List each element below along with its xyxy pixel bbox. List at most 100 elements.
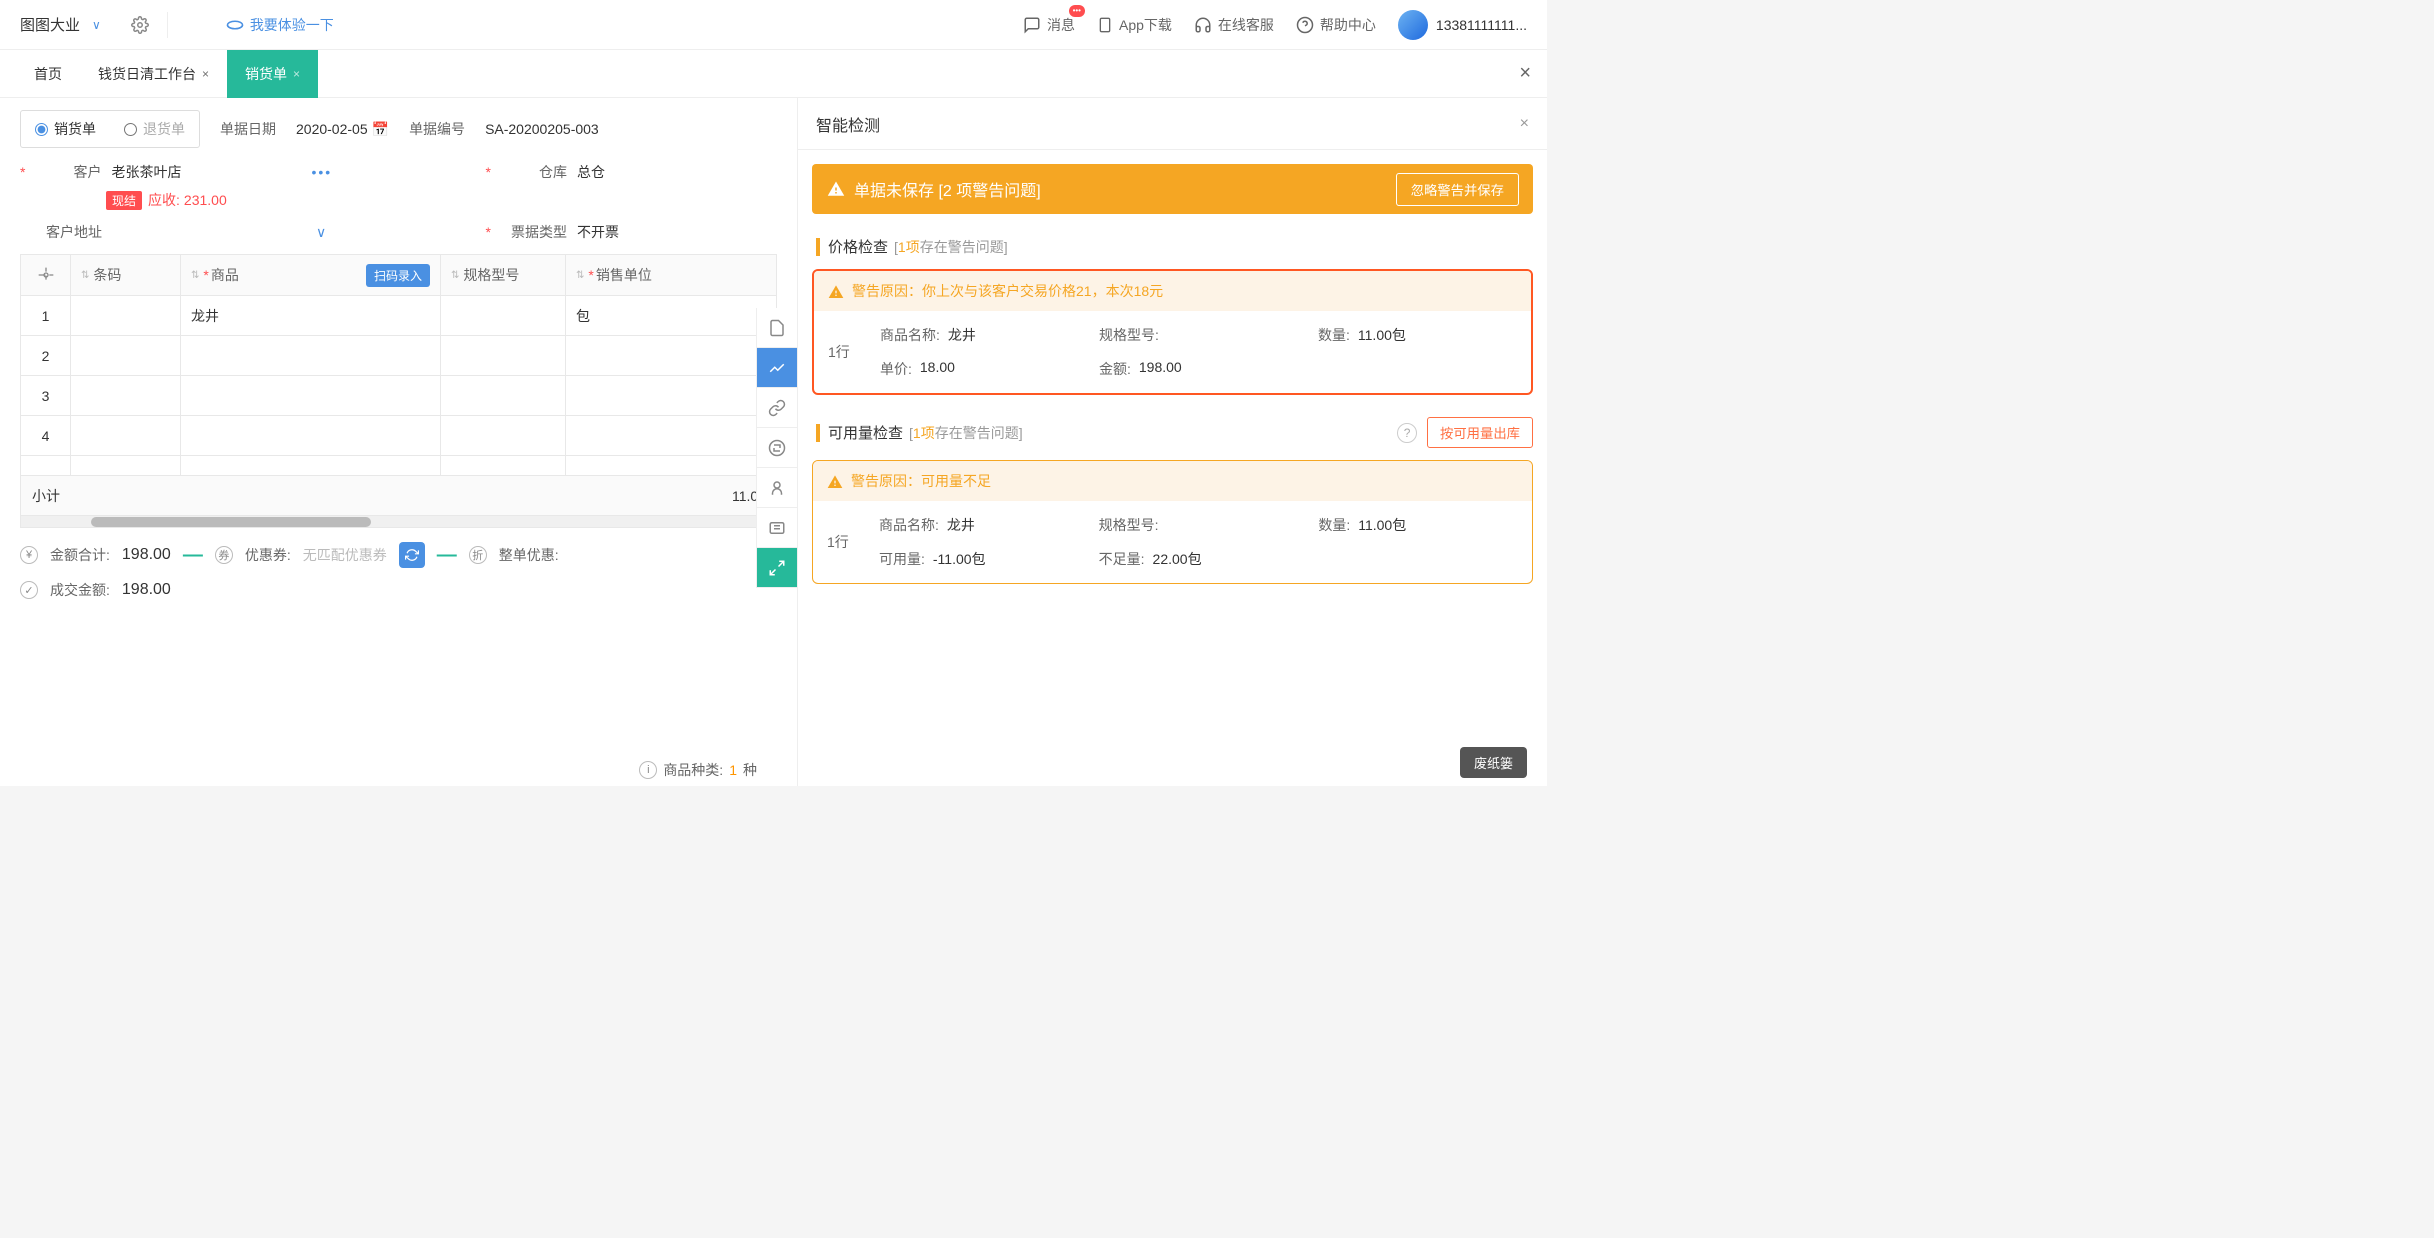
col-unit[interactable]: ⇅*销售单位 bbox=[566, 255, 726, 295]
items-table: ⇅条码 ⇅*商品扫码录入 ⇅规格型号 ⇅*销售单位 1 龙井 包 2 3 4 小… bbox=[20, 254, 777, 528]
radio-return-input[interactable] bbox=[124, 123, 137, 136]
detail-spec: 规格型号: bbox=[1099, 325, 1298, 345]
horizontal-scrollbar[interactable] bbox=[21, 515, 776, 527]
table-row[interactable]: 3 bbox=[21, 375, 776, 415]
warning-icon bbox=[827, 472, 843, 489]
customer-value[interactable]: 老张茶叶店 bbox=[111, 162, 311, 182]
warehouse-label: 仓库 bbox=[495, 162, 567, 182]
price-check-title: 价格检查 bbox=[828, 236, 888, 257]
person-icon[interactable] bbox=[757, 468, 797, 508]
cell[interactable] bbox=[181, 416, 441, 455]
expand-icon[interactable] bbox=[757, 548, 797, 588]
deal-amount-label: 成交金额: bbox=[50, 580, 110, 600]
online-service-button[interactable]: 在线客服 bbox=[1194, 15, 1274, 35]
cell[interactable] bbox=[441, 416, 566, 455]
cell-barcode[interactable] bbox=[71, 296, 181, 335]
warn-reason-text: 你上次与该客户交易价格21，本次18元 bbox=[922, 281, 1163, 301]
currency-icon[interactable] bbox=[757, 508, 797, 548]
tryout-link[interactable]: 我要体验一下 bbox=[226, 15, 334, 35]
trash-button[interactable]: 废纸篓 bbox=[1460, 747, 1527, 778]
tab-home[interactable]: 首页 bbox=[16, 50, 80, 98]
warehouse-value[interactable]: 总仓 bbox=[577, 162, 777, 182]
cell-goods[interactable]: 龙井 bbox=[181, 296, 441, 335]
cell[interactable] bbox=[441, 456, 566, 475]
warn-reason-label: 警告原因： bbox=[851, 471, 921, 491]
col-settings[interactable] bbox=[21, 255, 71, 295]
company-name: 图图大业 bbox=[20, 14, 80, 35]
coupon-label: 优惠券: bbox=[245, 545, 291, 565]
user-menu[interactable]: 13381111111... bbox=[1398, 10, 1527, 40]
price-warning-head: 警告原因： 你上次与该客户交易价格21，本次18元 bbox=[814, 271, 1531, 311]
coupon-input[interactable]: 无匹配优惠券 bbox=[303, 545, 387, 565]
settings-gear-icon[interactable] bbox=[131, 15, 149, 33]
col-spec[interactable]: ⇅规格型号 bbox=[441, 255, 566, 295]
col-goods[interactable]: ⇅*商品扫码录入 bbox=[181, 255, 441, 295]
totals-area: ¥ 金额合计: 198.00 — 券 优惠券: 无匹配优惠券 — 折 整单优惠:… bbox=[20, 542, 777, 600]
coupon-icon: 券 bbox=[215, 546, 233, 564]
cell[interactable] bbox=[181, 456, 441, 475]
close-icon[interactable]: × bbox=[202, 67, 209, 81]
invoice-value[interactable]: 不开票 bbox=[577, 222, 777, 242]
section-accent bbox=[816, 238, 820, 256]
chart-icon[interactable] bbox=[757, 348, 797, 388]
doc-icon[interactable] bbox=[757, 308, 797, 348]
chevron-down-icon[interactable]: ∨ bbox=[316, 224, 326, 241]
table-row[interactable] bbox=[21, 455, 776, 475]
stock-out-button[interactable]: 按可用量出库 bbox=[1427, 417, 1533, 448]
cell[interactable] bbox=[181, 336, 441, 375]
top-bar: 图图大业 ∨ 我要体验一下 消息 App下载 在线客服 帮助中心 1338111… bbox=[0, 0, 1547, 50]
messages-button[interactable]: 消息 bbox=[1023, 15, 1075, 35]
cell[interactable] bbox=[566, 336, 726, 375]
tab-workbench[interactable]: 钱货日清工作台× bbox=[80, 50, 227, 98]
help-center-label: 帮助中心 bbox=[1320, 15, 1376, 35]
cell bbox=[21, 456, 71, 475]
app-download-button[interactable]: App下载 bbox=[1097, 15, 1172, 35]
amount-total-value: 198.00 bbox=[122, 546, 171, 564]
cell-spec[interactable] bbox=[441, 296, 566, 335]
date-input[interactable]: 2020-02-05📅 bbox=[296, 121, 389, 138]
address-label: 客户地址 bbox=[20, 222, 102, 242]
cell[interactable] bbox=[566, 416, 726, 455]
refresh-coupon-button[interactable] bbox=[399, 542, 425, 568]
tab-sales-order[interactable]: 销货单× bbox=[227, 50, 318, 98]
minus-icon: — bbox=[437, 544, 457, 567]
warning-icon bbox=[826, 179, 846, 199]
cell-unit[interactable]: 包 bbox=[566, 296, 726, 335]
exchange-icon[interactable] bbox=[757, 428, 797, 468]
cell[interactable] bbox=[71, 336, 181, 375]
cell[interactable] bbox=[71, 456, 181, 475]
close-icon[interactable]: × bbox=[293, 67, 300, 81]
cell[interactable] bbox=[71, 416, 181, 455]
price-check-subtitle: [1项存在警告问题] bbox=[894, 237, 1008, 257]
scroll-thumb[interactable] bbox=[91, 517, 371, 527]
username: 13381111111... bbox=[1436, 17, 1527, 33]
cell[interactable] bbox=[566, 456, 726, 475]
cell[interactable] bbox=[181, 376, 441, 415]
radio-sale[interactable]: 销货单 bbox=[21, 111, 110, 147]
radio-sale-input[interactable] bbox=[35, 123, 48, 136]
cell[interactable] bbox=[71, 376, 181, 415]
cell[interactable] bbox=[441, 336, 566, 375]
cell[interactable] bbox=[441, 376, 566, 415]
customer-lookup-icon[interactable]: ••• bbox=[311, 164, 332, 180]
deal-amount-value: 198.00 bbox=[122, 581, 171, 599]
help-center-button[interactable]: 帮助中心 bbox=[1296, 15, 1376, 35]
company-selector[interactable]: 图图大业 ∨ bbox=[20, 14, 101, 35]
row-number: 1行 bbox=[828, 325, 880, 379]
price-warning-box: 警告原因： 你上次与该客户交易价格21，本次18元 1行 商品名称:龙井 规格型… bbox=[812, 269, 1533, 395]
help-icon[interactable]: ? bbox=[1397, 423, 1417, 443]
ignore-save-button[interactable]: 忽略警告并保存 bbox=[1396, 173, 1519, 206]
table-row[interactable]: 2 bbox=[21, 335, 776, 375]
table-row[interactable]: 4 bbox=[21, 415, 776, 455]
close-icon[interactable]: × bbox=[1520, 115, 1529, 133]
link-icon[interactable] bbox=[757, 388, 797, 428]
cell[interactable] bbox=[566, 376, 726, 415]
col-barcode[interactable]: ⇅条码 bbox=[71, 255, 181, 295]
stock-warning-body: 1行 商品名称:龙井 规格型号: 数量:11.00包 可用量:-11.00包 不… bbox=[813, 501, 1532, 583]
scan-button[interactable]: 扫码录入 bbox=[366, 264, 430, 287]
radio-return[interactable]: 退货单 bbox=[110, 111, 199, 147]
close-all-icon[interactable]: × bbox=[1519, 62, 1531, 85]
detail-goods-name: 商品名称:龙井 bbox=[879, 515, 1079, 535]
calendar-icon[interactable]: 📅 bbox=[372, 121, 389, 137]
table-row[interactable]: 1 龙井 包 bbox=[21, 295, 776, 335]
